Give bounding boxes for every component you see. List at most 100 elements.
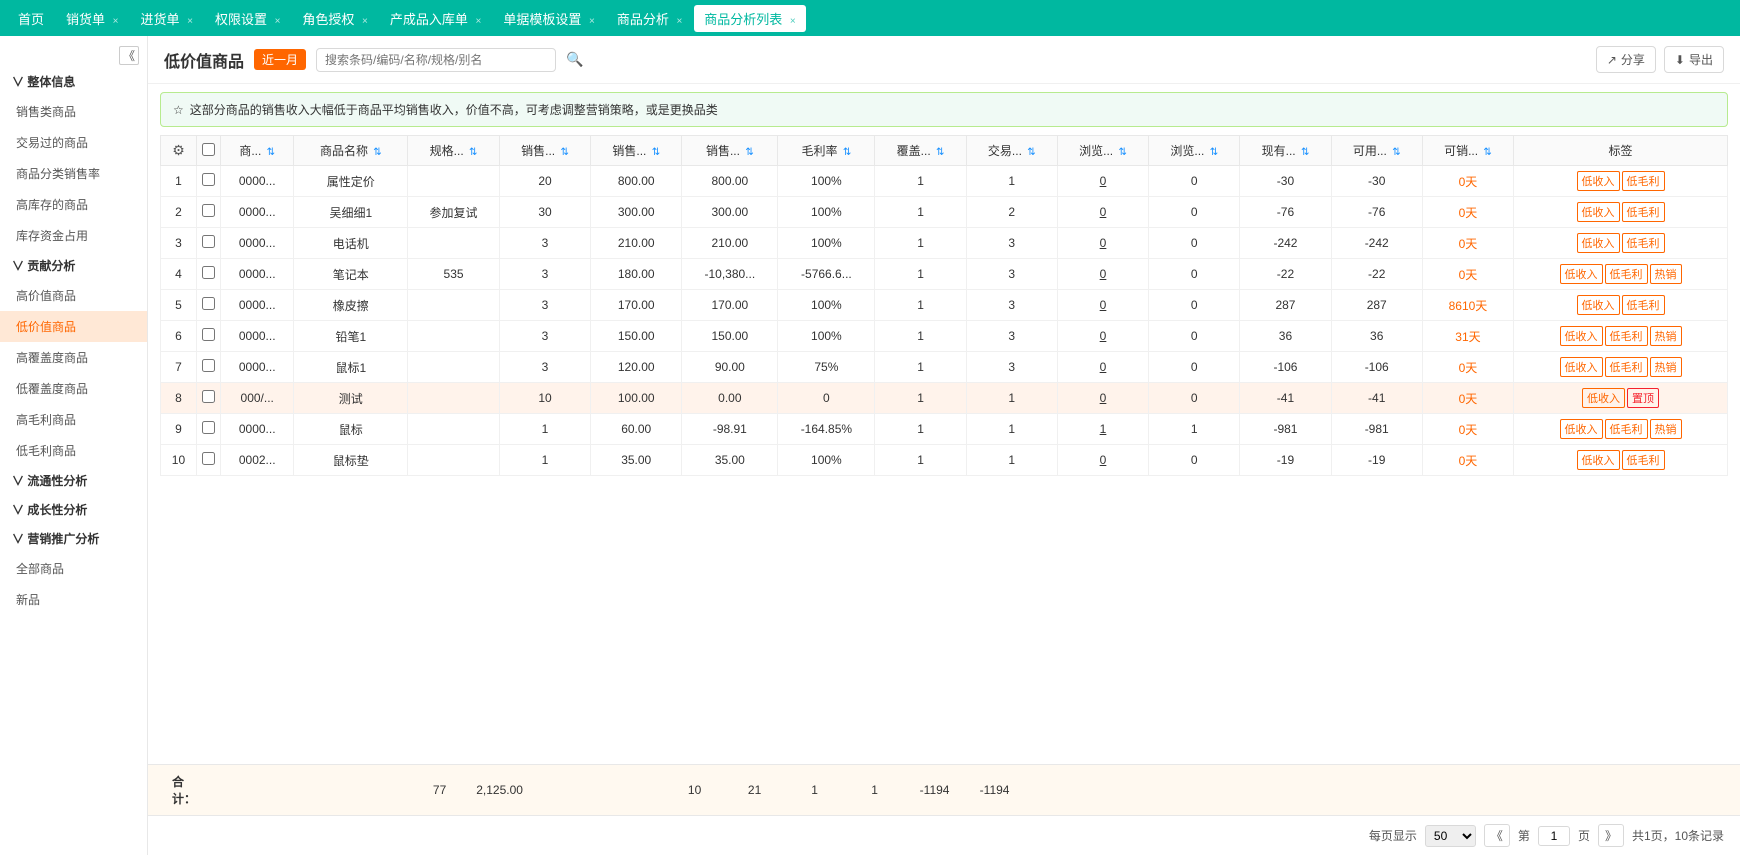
cell-browse2: 0 (1149, 259, 1240, 290)
table-row: 1 0000... 属性定价 20 800.00 800.00 100% 1 1… (161, 166, 1728, 197)
sidebar-item-new-goods[interactable]: 新品 (0, 584, 147, 615)
nav-goods-analysis[interactable]: 商品分析 × (607, 5, 692, 32)
per-page-select[interactable]: 50 100 200 (1425, 825, 1476, 847)
cell-s1: 3 (499, 321, 590, 352)
sidebar-item-low-coverage[interactable]: 低覆盖度商品 (0, 373, 147, 404)
nav-sales-close[interactable]: × (113, 16, 119, 27)
row-checkbox[interactable] (202, 328, 215, 341)
cell-checkbox[interactable] (196, 259, 220, 290)
sidebar-item-category-rate[interactable]: 商品分类销售率 (0, 158, 147, 189)
cell-cov: 1 (875, 166, 966, 197)
export-btn[interactable]: ⬇ 导出 (1664, 46, 1724, 73)
cell-browse1[interactable]: 0 (1057, 259, 1148, 290)
sidebar-item-all-goods[interactable]: 全部商品 (0, 553, 147, 584)
row-checkbox[interactable] (202, 235, 215, 248)
cell-name: 鼠标 (294, 414, 408, 445)
nav-role[interactable]: 角色授权 × (292, 5, 377, 32)
cell-browse1[interactable]: 0 (1057, 383, 1148, 414)
cell-stock: -41 (1240, 383, 1331, 414)
sidebar-item-low-profit[interactable]: 低毛利商品 (0, 435, 147, 466)
cell-checkbox[interactable] (196, 352, 220, 383)
col-s2-header: 销售... ⇅ (591, 136, 682, 166)
tag: 低收入 (1560, 326, 1603, 346)
sidebar-item-high-profit[interactable]: 高毛利商品 (0, 404, 147, 435)
cell-sell: 8610天 (1422, 290, 1513, 321)
cell-browse1[interactable]: 0 (1057, 290, 1148, 321)
search-input[interactable] (316, 48, 556, 72)
nav-purchase-close[interactable]: × (187, 16, 193, 27)
cell-browse2: 0 (1149, 228, 1240, 259)
nav-permission[interactable]: 权限设置 × (205, 5, 290, 32)
nav-template[interactable]: 单据模板设置 × (493, 5, 604, 32)
nav-purchase[interactable]: 进货单 × (130, 5, 202, 32)
row-checkbox[interactable] (202, 297, 215, 310)
tag: 低收入 (1577, 171, 1620, 191)
cell-browse2: 1 (1149, 414, 1240, 445)
col-gear[interactable]: ⚙ (161, 136, 197, 166)
row-checkbox[interactable] (202, 204, 215, 217)
cell-checkbox[interactable] (196, 197, 220, 228)
time-tag-btn[interactable]: 近一月 (254, 49, 306, 70)
cell-name: 铅笔1 (294, 321, 408, 352)
cell-browse1[interactable]: 0 (1057, 321, 1148, 352)
cell-checkbox[interactable] (196, 321, 220, 352)
per-page-label: 每页显示 (1369, 827, 1417, 844)
sidebar-group-growth[interactable]: ∨ 成长性分析 (0, 495, 147, 524)
col-checkbox[interactable] (196, 136, 220, 166)
nav-goods-analysis-close[interactable]: × (676, 16, 682, 27)
cell-no: 7 (161, 352, 197, 383)
row-checkbox[interactable] (202, 452, 215, 465)
sidebar-item-high-coverage[interactable]: 高覆盖度商品 (0, 342, 147, 373)
row-checkbox[interactable] (202, 359, 215, 372)
cell-checkbox[interactable] (196, 414, 220, 445)
nav-product-in[interactable]: 产成品入库单 × (380, 5, 491, 32)
nav-permission-close[interactable]: × (275, 16, 281, 27)
cell-checkbox[interactable] (196, 228, 220, 259)
row-checkbox[interactable] (202, 390, 215, 403)
nav-home[interactable]: 首页 (8, 5, 54, 32)
total-stock: -1194 (905, 783, 965, 797)
row-checkbox[interactable] (202, 173, 215, 186)
cell-stock: 36 (1240, 321, 1331, 352)
row-checkbox[interactable] (202, 266, 215, 279)
search-icon[interactable]: 🔍 (566, 51, 583, 68)
sidebar-item-low-value[interactable]: 低价值商品 (0, 311, 147, 342)
cell-code: 000/... (220, 383, 293, 414)
sidebar-group-overall[interactable]: ∨ 整体信息 (0, 67, 147, 96)
cell-checkbox[interactable] (196, 445, 220, 476)
next-page-btn[interactable]: 》 (1598, 824, 1624, 847)
sidebar-item-stock-capital[interactable]: 库存资金占用 (0, 220, 147, 251)
cell-checkbox[interactable] (196, 383, 220, 414)
col-name-header: 商品名称 ⇅ (294, 136, 408, 166)
sidebar-item-high-value[interactable]: 高价值商品 (0, 280, 147, 311)
sidebar-item-traded-goods[interactable]: 交易过的商品 (0, 127, 147, 158)
nav-product-in-close[interactable]: × (476, 16, 482, 27)
cell-browse1[interactable]: 1 (1057, 414, 1148, 445)
page-input[interactable] (1538, 826, 1570, 846)
cell-browse1[interactable]: 0 (1057, 352, 1148, 383)
table-container[interactable]: ⚙ 商... ⇅ 商品名称 ⇅ 规格... ⇅ 销售... ⇅ 销售... ⇅ … (148, 135, 1740, 764)
cell-browse1[interactable]: 0 (1057, 197, 1148, 228)
sidebar-group-circulation[interactable]: ∨ 流通性分析 (0, 466, 147, 495)
cell-sell: 0天 (1422, 445, 1513, 476)
select-all-checkbox[interactable] (202, 143, 215, 156)
cell-browse1[interactable]: 0 (1057, 445, 1148, 476)
share-btn[interactable]: ↗ 分享 (1596, 46, 1656, 73)
sidebar-group-marketing[interactable]: ∨ 营销推广分析 (0, 524, 147, 553)
cell-checkbox[interactable] (196, 290, 220, 321)
sidebar-group-contribution[interactable]: ∨ 贡献分析 (0, 251, 147, 280)
nav-goods-list[interactable]: 商品分析列表 × (694, 5, 805, 32)
prev-page-btn[interactable]: 《 (1484, 824, 1510, 847)
cell-browse1[interactable]: 0 (1057, 228, 1148, 259)
cell-gross: 100% (778, 166, 875, 197)
nav-template-close[interactable]: × (589, 16, 595, 27)
nav-sales[interactable]: 销货单 × (56, 5, 128, 32)
sidebar-collapse-btn[interactable]: 《 (119, 46, 139, 65)
nav-role-close[interactable]: × (362, 16, 368, 27)
cell-browse1[interactable]: 0 (1057, 166, 1148, 197)
nav-goods-list-close[interactable]: × (790, 16, 796, 27)
sidebar-item-sales-goods[interactable]: 销售类商品 (0, 96, 147, 127)
row-checkbox[interactable] (202, 421, 215, 434)
sidebar-item-high-stock[interactable]: 高库存的商品 (0, 189, 147, 220)
cell-checkbox[interactable] (196, 166, 220, 197)
